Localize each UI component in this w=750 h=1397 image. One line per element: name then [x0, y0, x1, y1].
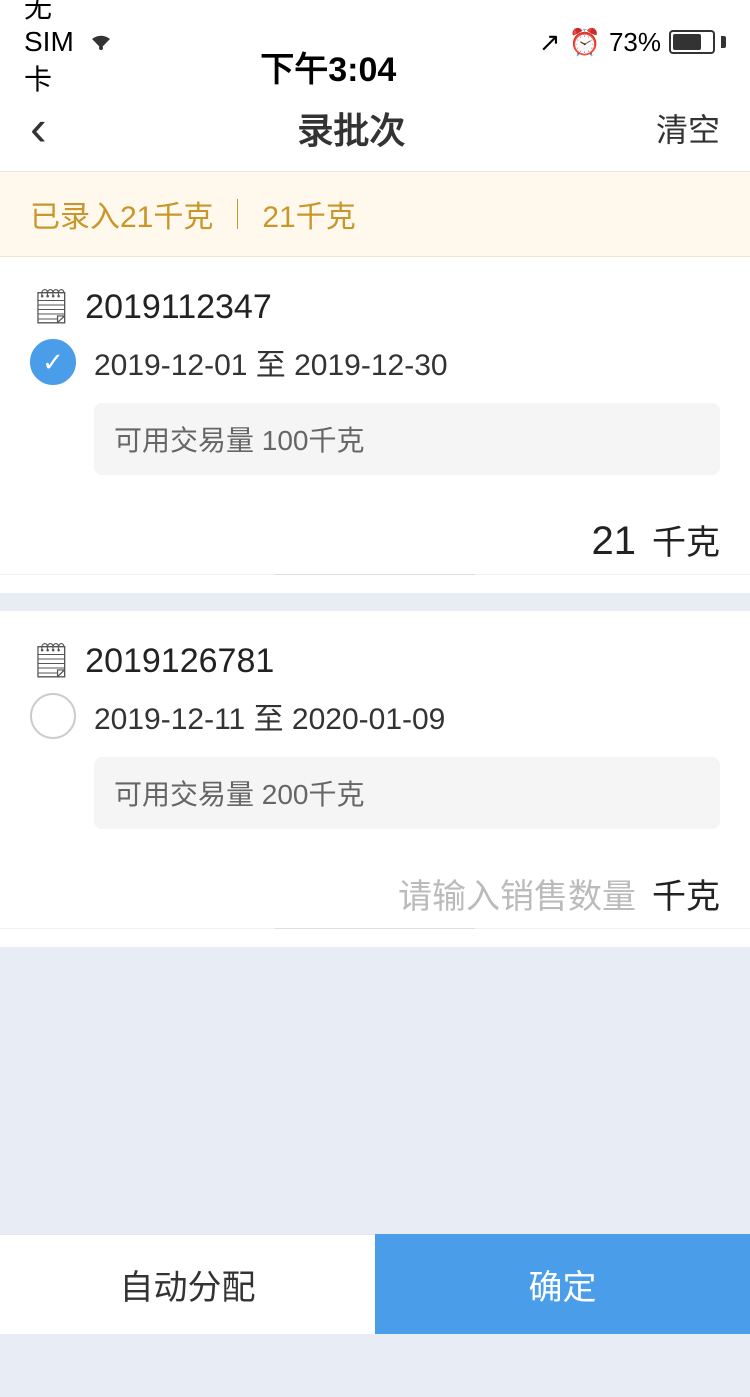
batch2-date-range: 2019-12-11 至 2020-01-09 — [94, 694, 445, 738]
batch2-quantity-unit: 千克 — [652, 869, 720, 918]
confirm-button[interactable]: 确定 — [375, 1234, 750, 1334]
wifi-icon — [84, 26, 118, 59]
card-separator — [0, 593, 750, 611]
status-bar: 无SIM卡 下午3:04 ↗ ⏰ 73% — [0, 0, 750, 84]
batch1-date-row[interactable]: ✓ 2019-12-01 至 2019-12-30 — [30, 339, 720, 385]
page-title: 录批次 — [297, 102, 405, 154]
batch2-id-row: 🗒 2019126781 — [30, 641, 720, 681]
batch1-id-row: 🗒 2019112347 — [30, 287, 720, 327]
banner-divider — [237, 199, 238, 229]
location-icon: ↗ — [539, 27, 561, 58]
batch2-available: 可用交易量 200千克 — [94, 757, 720, 829]
batch1-card: 🗒 2019112347 ✓ 2019-12-01 至 2019-12-30 可… — [0, 257, 750, 495]
batch2-input-row: 千克 — [0, 849, 750, 928]
alarm-icon: ⏰ — [569, 27, 601, 58]
batch1-icon: 🗒 — [30, 287, 73, 327]
status-right: ↗ ⏰ 73% — [539, 27, 726, 58]
info-banner: 已录入21千克 21千克 — [0, 172, 750, 257]
batch2-icon: 🗒 — [30, 641, 73, 681]
batch1-radio[interactable]: ✓ — [30, 339, 76, 385]
batch1-quantity-unit: 千克 — [652, 515, 720, 564]
batch1-quantity-row: 21 千克 — [0, 495, 750, 574]
check-icon: ✓ — [42, 347, 64, 378]
back-button[interactable]: ‹ — [30, 99, 47, 157]
batch1-available: 可用交易量 100千克 — [94, 403, 720, 475]
clear-button[interactable]: 清空 — [656, 105, 720, 151]
total-label: 21千克 — [262, 192, 355, 236]
batch2-quantity-input[interactable] — [336, 878, 636, 917]
batch1-spacer — [0, 575, 750, 593]
auto-distribute-button[interactable]: 自动分配 — [0, 1234, 375, 1334]
batch2-id: 2019126781 — [85, 642, 274, 681]
batch1-quantity-value: 21 — [592, 519, 637, 564]
recorded-label: 已录入21千克 — [30, 192, 213, 236]
bottom-action-bar: 自动分配 确定 — [0, 1234, 750, 1334]
batch2-card: 🗒 2019126781 2019-12-11 至 2020-01-09 可用交… — [0, 611, 750, 849]
batch1-date-range: 2019-12-01 至 2019-12-30 — [94, 340, 448, 384]
status-time: 下午3:04 — [260, 42, 396, 91]
batch2-date-row[interactable]: 2019-12-11 至 2020-01-09 — [30, 693, 720, 739]
batch2-spacer — [0, 929, 750, 947]
batch1-id: 2019112347 — [85, 288, 272, 327]
batch2-radio[interactable] — [30, 693, 76, 739]
status-left: 无SIM卡 — [24, 0, 118, 98]
battery-icon — [669, 30, 726, 54]
battery-percent: 73% — [609, 27, 661, 58]
carrier-label: 无SIM卡 — [24, 0, 74, 98]
